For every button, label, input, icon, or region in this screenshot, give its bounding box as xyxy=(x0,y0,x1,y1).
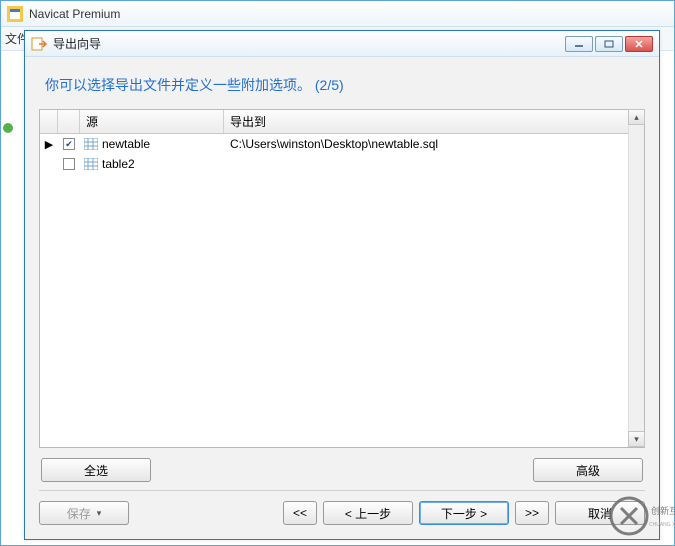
nav-button-group: << < 上一步 下一步 > >> 取消 xyxy=(283,501,645,525)
middle-button-row: 全选 高级 xyxy=(39,448,645,488)
tree-node-icon xyxy=(1,121,15,135)
wizard-instruction: 你可以选择导出文件并定义一些附加选项。 (2/5) xyxy=(39,73,645,109)
window-controls xyxy=(565,36,653,52)
header-export-to[interactable]: 导出到 xyxy=(224,110,628,133)
save-button[interactable]: 保存 ▾ xyxy=(39,501,129,525)
export-table: 源 导出到 ▶ ✔ newtable C:\Users\winston\Desk… xyxy=(39,109,645,448)
destination-path[interactable]: C:\Users\winston\Desktop\newtable.sql xyxy=(224,137,628,151)
header-checkbox-col xyxy=(58,110,80,133)
app-title: Navicat Premium xyxy=(29,7,120,21)
bottom-button-row: 保存 ▾ << < 上一步 下一步 > >> 取消 xyxy=(39,501,645,525)
prev-button[interactable]: < 上一步 xyxy=(323,501,413,525)
source-name: newtable xyxy=(102,137,150,151)
next-button[interactable]: 下一步 > xyxy=(419,501,509,525)
separator xyxy=(39,490,645,491)
table-row[interactable]: table2 xyxy=(40,154,628,174)
row-checkbox[interactable]: ✔ xyxy=(63,138,75,150)
app-icon xyxy=(7,6,23,22)
scroll-up-icon[interactable]: ▴ xyxy=(628,109,645,125)
dialog-body: 你可以选择导出文件并定义一些附加选项。 (2/5) 源 导出到 ▶ ✔ newt… xyxy=(25,57,659,539)
header-row-indicator xyxy=(40,110,58,133)
table-icon xyxy=(84,158,98,170)
table-header: 源 导出到 xyxy=(40,110,628,134)
table-row[interactable]: ▶ ✔ newtable C:\Users\winston\Desktop\ne… xyxy=(40,134,628,154)
minimize-button[interactable] xyxy=(565,36,593,52)
table-icon xyxy=(84,138,98,150)
scroll-down-icon[interactable]: ▾ xyxy=(628,431,645,447)
cancel-button[interactable]: 取消 xyxy=(555,501,645,525)
header-source[interactable]: 源 xyxy=(80,110,224,133)
app-titlebar: Navicat Premium xyxy=(1,1,674,27)
app-sidebar xyxy=(1,51,19,135)
advanced-button[interactable]: 高级 xyxy=(533,458,643,482)
last-button[interactable]: >> xyxy=(515,501,549,525)
export-wizard-dialog: 导出向导 你可以选择导出文件并定义一些附加选项。 (2/5) 源 导出到 ▶ ✔ xyxy=(24,30,660,540)
maximize-button[interactable] xyxy=(595,36,623,52)
first-button[interactable]: << xyxy=(283,501,317,525)
select-all-button[interactable]: 全选 xyxy=(41,458,151,482)
vertical-scrollbar[interactable]: ▴ ▾ xyxy=(628,110,644,447)
chevron-down-icon: ▾ xyxy=(97,508,102,519)
save-label: 保存 xyxy=(67,505,91,522)
source-name: table2 xyxy=(102,157,135,171)
row-indicator-icon: ▶ xyxy=(40,138,58,151)
close-button[interactable] xyxy=(625,36,653,52)
export-icon xyxy=(31,36,47,52)
row-checkbox[interactable] xyxy=(63,158,75,170)
dialog-titlebar[interactable]: 导出向导 xyxy=(25,31,659,57)
dialog-title: 导出向导 xyxy=(53,35,565,52)
